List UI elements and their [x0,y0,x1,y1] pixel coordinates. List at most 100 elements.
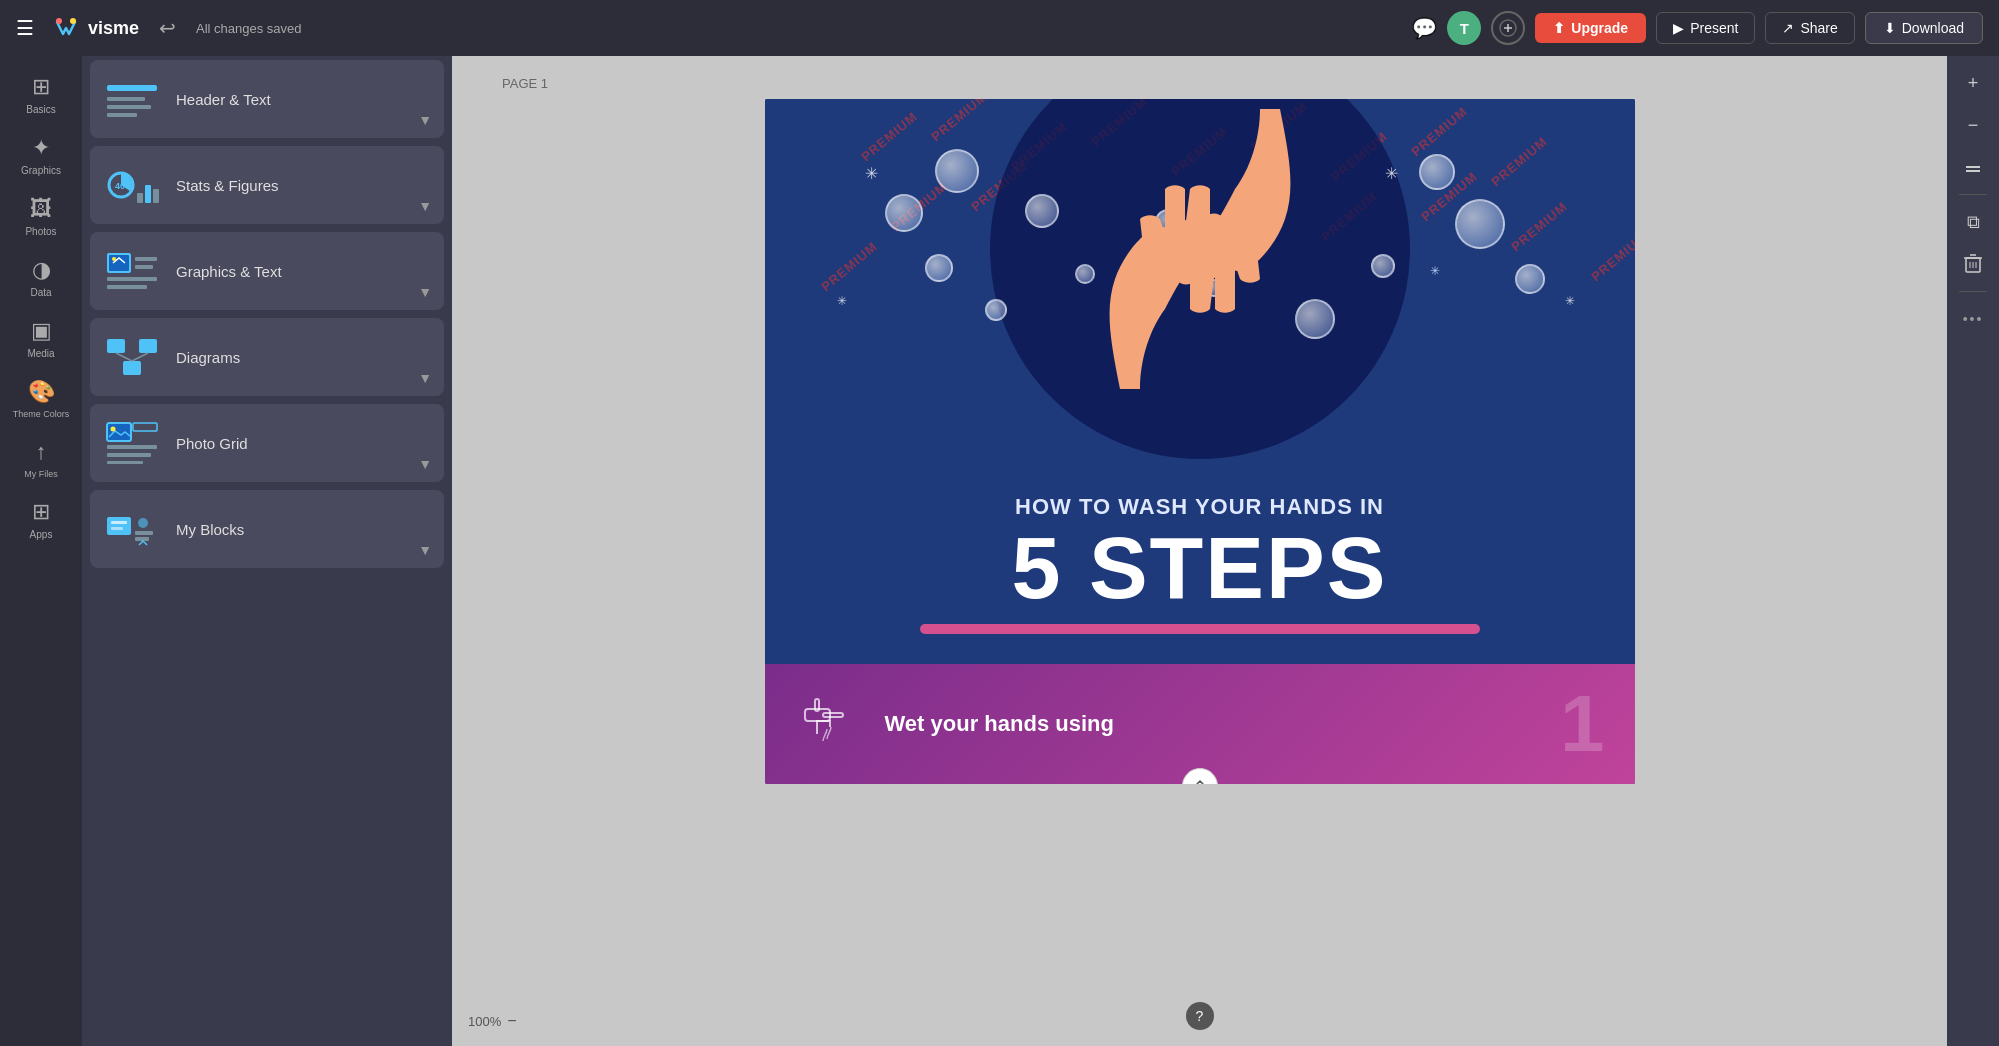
svg-rect-9 [107,113,137,117]
header-text-icon [102,74,162,124]
sidebar-item-label-graphics: Graphics [21,165,61,176]
bubble-7 [1455,199,1505,249]
slide-divider [920,624,1480,634]
zoom-controls: 100% − [468,1012,517,1030]
sidebar-item-label-theme-colors: Theme Colors [13,409,70,419]
sidebar-item-media[interactable]: ▣ Media [0,308,82,369]
sidebar-item-my-files[interactable]: ↑ My Files [0,429,82,489]
help-button[interactable]: ? [1186,1002,1214,1030]
upgrade-button[interactable]: ⬆ Upgrade [1535,13,1646,43]
main-content: ⊞ Basics ✦ Graphics 🖼 Photos ◑ Data ▣ Me… [0,56,1999,1046]
user-avatar[interactable]: T [1447,11,1481,45]
bubble-8 [1515,264,1545,294]
panel-item-arrow-diagrams: ▼ [418,370,432,386]
panel-item-diagrams[interactable]: Diagrams ▼ [90,318,444,396]
apps-icon: ⊞ [32,499,50,525]
download-icon: ⬇ [1884,20,1896,36]
sidebar-item-photos[interactable]: 🖼 Photos [0,186,82,247]
photo-grid-icon [102,418,162,468]
svg-point-2 [70,18,76,24]
svg-rect-18 [135,257,157,261]
comment-button[interactable]: 💬 [1412,16,1437,40]
sidebar-item-basics[interactable]: ⊞ Basics [0,64,82,125]
svg-rect-35 [111,527,123,530]
visme-logo-icon [50,12,82,44]
sidebar-item-data[interactable]: ◑ Data [0,247,82,308]
slide-subtitle: HOW TO WASH YOUR HANDS IN [920,494,1480,520]
present-label: Present [1690,20,1738,36]
star-3: ✳ [837,294,847,308]
right-toolbar: + − ⧉ ••• [1947,56,1999,1046]
premium-stamp-9: PREMIUM [1488,134,1550,189]
my-files-icon: ↑ [36,439,47,465]
add-collaborator-button[interactable] [1491,11,1525,45]
panel-item-graphics-text[interactable]: Graphics & Text ▼ [90,232,444,310]
svg-rect-22 [107,339,125,353]
visme-logo[interactable]: visme [50,12,139,44]
download-button[interactable]: ⬇ Download [1865,12,1983,44]
svg-rect-33 [107,517,131,535]
panel-item-arrow-stats-figures: ▼ [418,198,432,214]
panel-item-photo-grid[interactable]: Photo Grid ▼ [90,404,444,482]
sidebar-item-label-photos: Photos [25,226,56,237]
scroll-arrows-icon [1191,777,1209,784]
hamburger-icon[interactable]: ☰ [16,16,34,40]
sidebar-item-graphics[interactable]: ✦ Graphics [0,125,82,186]
svg-rect-6 [107,85,157,91]
share-button[interactable]: ↗ Share [1765,12,1854,44]
svg-rect-24 [123,361,141,375]
bubble-6 [935,149,979,193]
zoom-minus-button[interactable]: − [507,1012,516,1030]
sidebar-item-label-basics: Basics [26,104,55,115]
delete-button[interactable] [1954,245,1992,283]
bubble-10 [1371,254,1395,278]
svg-rect-8 [107,105,151,109]
panel-item-header-text[interactable]: Header & Text ▼ [90,60,444,138]
add-element-button[interactable]: + [1954,64,1992,102]
sidebar-item-label-apps: Apps [30,529,53,540]
svg-rect-38 [135,537,149,541]
premium-stamp-8: PREMIUM [1408,104,1470,159]
more-options-button[interactable]: ••• [1954,300,1992,338]
svg-rect-30 [107,445,157,449]
sidebar-item-apps[interactable]: ⊞ Apps [0,489,82,550]
sidebar-item-theme-colors[interactable]: 🎨 Theme Colors [0,369,82,429]
toolbar-separator-1 [1959,194,1987,195]
sidebar-item-label-my-files: My Files [24,469,58,479]
panel-item-label-diagrams: Diagrams [176,349,432,366]
svg-rect-40 [823,713,843,717]
canvas-slide[interactable]: ✳ ✳ ✳ ✳ ✳ ✳ [765,99,1635,784]
svg-rect-34 [111,521,127,524]
download-label: Download [1902,20,1964,36]
premium-stamp-14: PREMIUM [1508,199,1570,254]
strikethrough-icon [1963,157,1983,177]
panel-item-arrow-header-text: ▼ [418,112,432,128]
panel-item-label-photo-grid: Photo Grid [176,435,432,452]
copy-button[interactable]: ⧉ [1954,203,1992,241]
panel-item-arrow-graphics-text: ▼ [418,284,432,300]
page-label: PAGE 1 [502,76,548,91]
star-4: ✳ [1565,294,1575,308]
remove-element-button[interactable]: − [1954,106,1992,144]
svg-rect-31 [107,453,151,457]
present-button[interactable]: ▶ Present [1656,12,1755,44]
more-options-icon: ••• [1963,311,1984,327]
share-icon: ↗ [1782,20,1794,36]
strikethrough-button[interactable] [1954,148,1992,186]
panel-item-my-blocks[interactable]: My Blocks ▼ [90,490,444,568]
zoom-value: 100% [468,1014,501,1029]
panel-item-label-my-blocks: My Blocks [176,521,432,538]
slide-bottom: Wet your hands using 1 [765,664,1635,784]
svg-rect-13 [145,185,151,203]
svg-point-1 [56,18,62,24]
premium-stamp-16: PREMIUM [1588,229,1635,284]
bubble-3 [985,299,1007,321]
wet-hands-text: Wet your hands using [885,711,1114,737]
svg-point-36 [138,518,148,528]
present-play-icon: ▶ [1673,20,1684,36]
graphics-text-icon [102,246,162,296]
canvas-area[interactable]: PAGE 1 [452,56,1947,1046]
panel-item-stats-figures[interactable]: 40% Stats & Figures ▼ [90,146,444,224]
svg-point-17 [112,257,116,261]
undo-button[interactable]: ↩ [159,16,176,40]
